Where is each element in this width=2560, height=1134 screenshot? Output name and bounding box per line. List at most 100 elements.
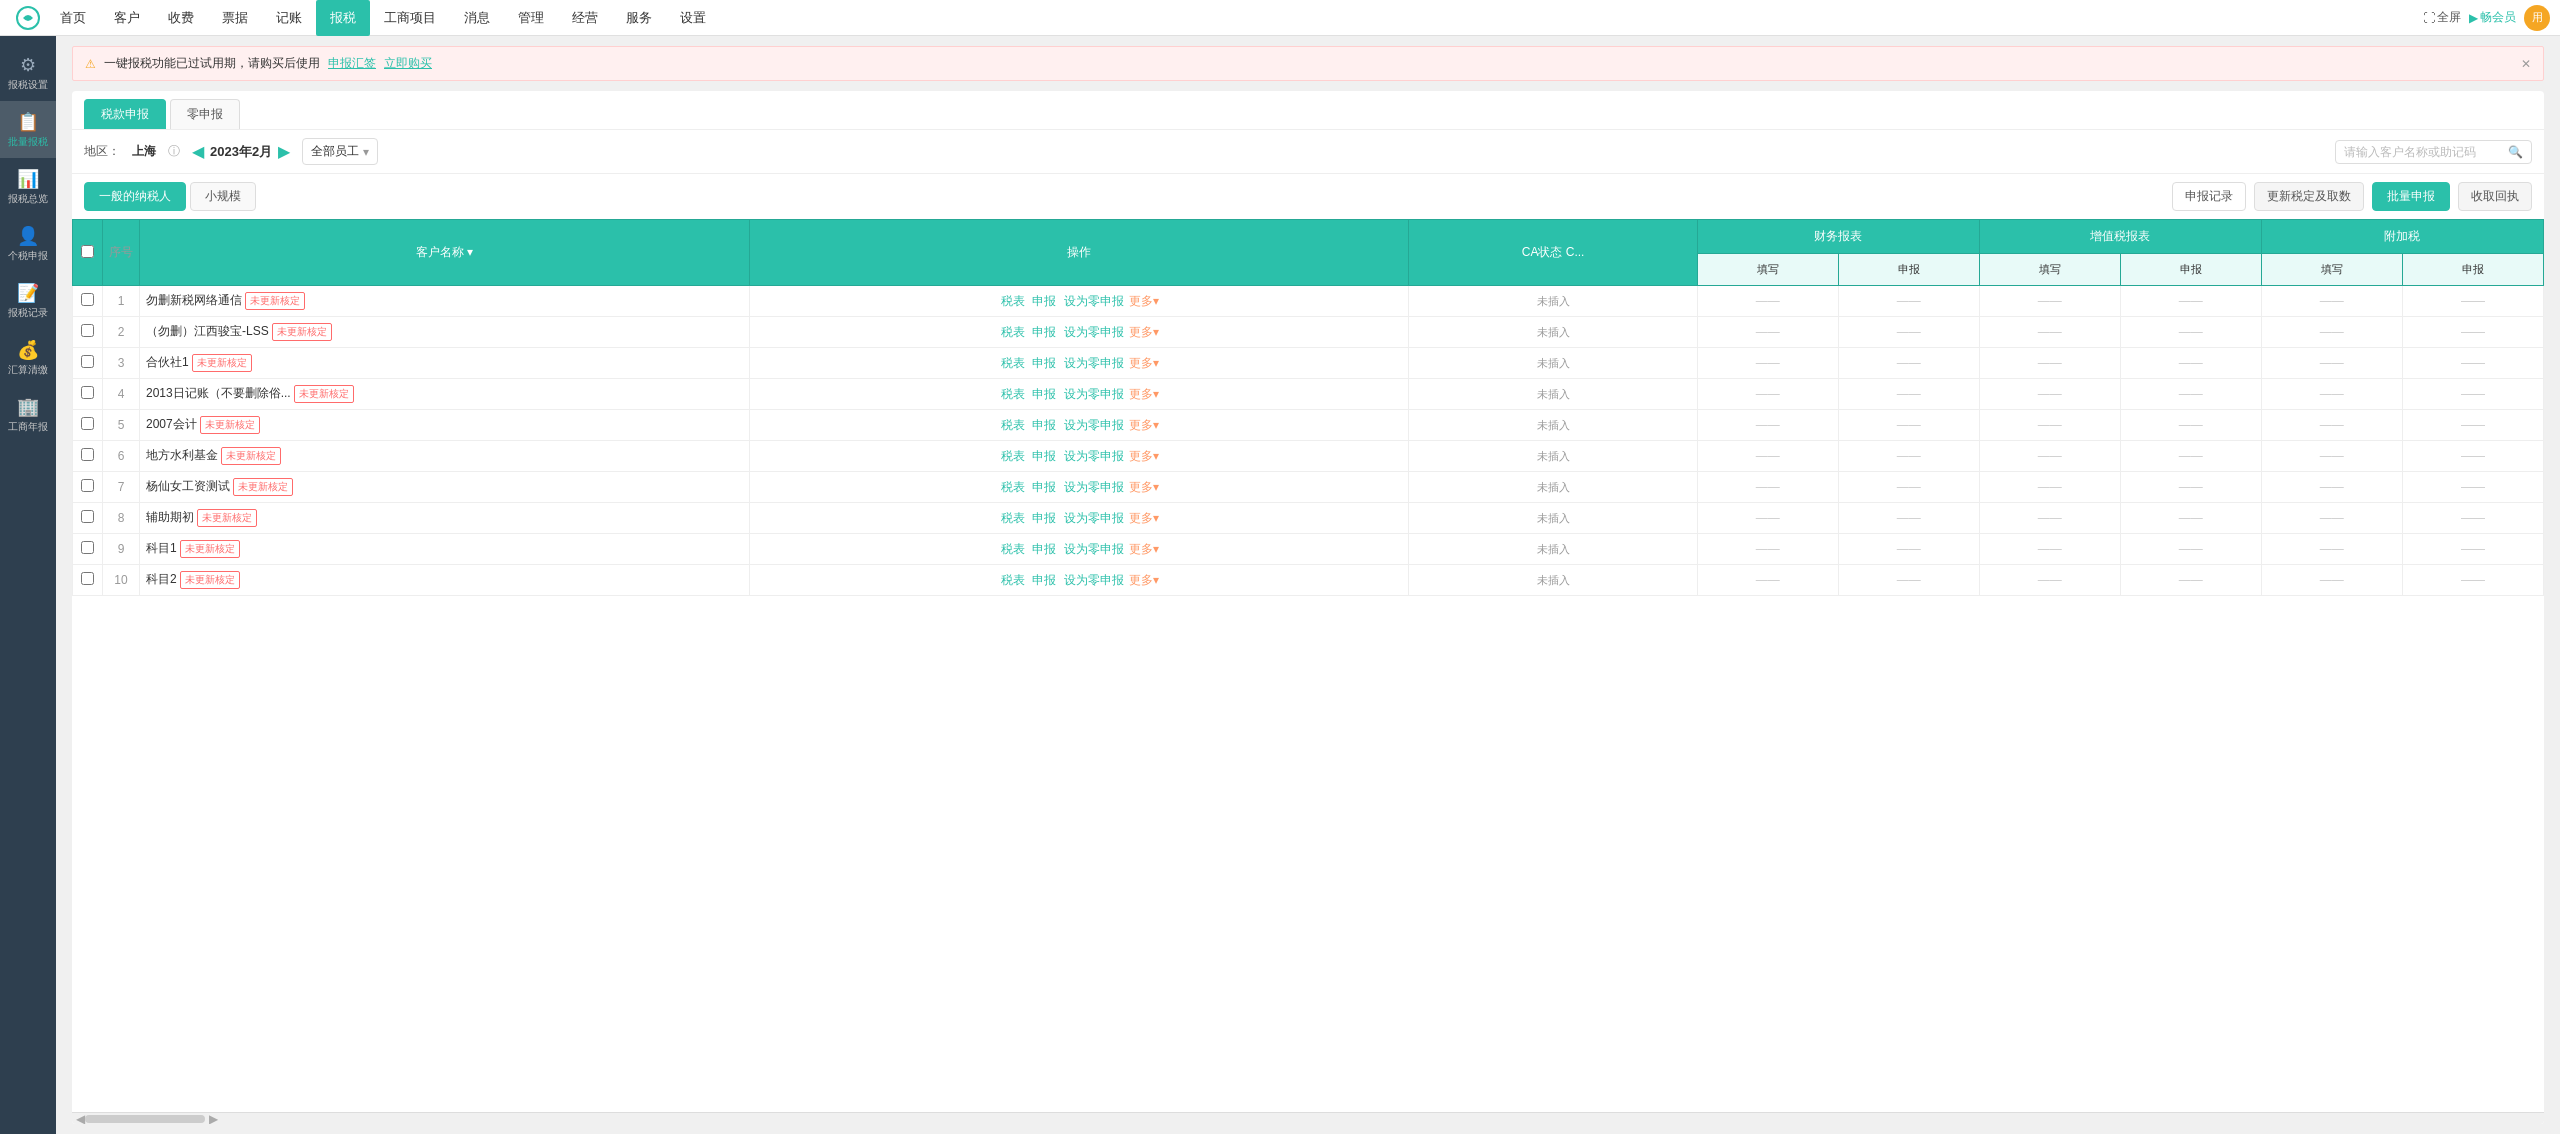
- nav-settings[interactable]: 设置: [666, 0, 720, 36]
- row-checkbox-8[interactable]: [73, 534, 103, 565]
- row-checkbox-7[interactable]: [73, 503, 103, 534]
- scroll-thumb[interactable]: [85, 1115, 205, 1123]
- status-badge-9[interactable]: 未更新核定: [180, 571, 240, 589]
- action-declare-0[interactable]: 申报: [1032, 294, 1056, 308]
- action-more-4[interactable]: 更多▾: [1129, 418, 1159, 432]
- department-select[interactable]: 全部员工 ▾: [302, 138, 378, 165]
- date-prev-arrow[interactable]: ◀: [192, 142, 204, 161]
- status-badge-7[interactable]: 未更新核定: [197, 509, 257, 527]
- action-tax-table-1[interactable]: 税表: [1001, 325, 1025, 339]
- tab-zero-declare[interactable]: 零申报: [170, 99, 240, 129]
- horizontal-scrollbar[interactable]: ◀ ▶: [72, 1112, 2544, 1124]
- retrieve-button[interactable]: 收取回执: [2458, 182, 2532, 211]
- action-tax-table-0[interactable]: 税表: [1001, 294, 1025, 308]
- action-declare-9[interactable]: 申报: [1032, 573, 1056, 587]
- action-more-9[interactable]: 更多▾: [1129, 573, 1159, 587]
- notice-link-buy[interactable]: 立即购买: [384, 55, 432, 72]
- action-zero-9[interactable]: 设为零申报: [1064, 573, 1124, 587]
- sidebar-item-batch-tax[interactable]: 📋 批量报税: [0, 101, 56, 158]
- date-next-arrow[interactable]: ▶: [278, 142, 290, 161]
- action-declare-5[interactable]: 申报: [1032, 449, 1056, 463]
- status-badge-6[interactable]: 未更新核定: [233, 478, 293, 496]
- sidebar-item-annual-report[interactable]: 🏢 工商年报: [0, 386, 56, 443]
- action-more-0[interactable]: 更多▾: [1129, 294, 1159, 308]
- nav-service[interactable]: 服务: [612, 0, 666, 36]
- scroll-right-arrow[interactable]: ▶: [209, 1112, 218, 1125]
- action-tax-table-4[interactable]: 税表: [1001, 418, 1025, 432]
- status-badge-0[interactable]: 未更新核定: [245, 292, 305, 310]
- action-zero-7[interactable]: 设为零申报: [1064, 511, 1124, 525]
- tab-small-scale[interactable]: 小规模: [190, 182, 256, 211]
- action-zero-6[interactable]: 设为零申报: [1064, 480, 1124, 494]
- action-zero-2[interactable]: 设为零申报: [1064, 356, 1124, 370]
- notice-link-declare[interactable]: 申报汇签: [328, 55, 376, 72]
- notice-close-button[interactable]: ✕: [2521, 57, 2531, 71]
- nav-tax[interactable]: 报税: [316, 0, 370, 36]
- action-zero-5[interactable]: 设为零申报: [1064, 449, 1124, 463]
- status-badge-3[interactable]: 未更新核定: [294, 385, 354, 403]
- status-badge-1[interactable]: 未更新核定: [272, 323, 332, 341]
- nav-message[interactable]: 消息: [450, 0, 504, 36]
- status-badge-4[interactable]: 未更新核定: [200, 416, 260, 434]
- action-zero-4[interactable]: 设为零申报: [1064, 418, 1124, 432]
- select-all-checkbox[interactable]: [81, 245, 94, 258]
- action-declare-4[interactable]: 申报: [1032, 418, 1056, 432]
- action-tax-table-6[interactable]: 税表: [1001, 480, 1025, 494]
- sidebar-item-personal-tax[interactable]: 👤 个税申报: [0, 215, 56, 272]
- nav-operation[interactable]: 经营: [558, 0, 612, 36]
- action-zero-1[interactable]: 设为零申报: [1064, 325, 1124, 339]
- action-declare-3[interactable]: 申报: [1032, 387, 1056, 401]
- row-checkbox-3[interactable]: [73, 379, 103, 410]
- nav-accounting[interactable]: 记账: [262, 0, 316, 36]
- scroll-left-arrow[interactable]: ◀: [76, 1112, 85, 1125]
- action-zero-8[interactable]: 设为零申报: [1064, 542, 1124, 556]
- row-checkbox-5[interactable]: [73, 441, 103, 472]
- nav-invoice[interactable]: 票据: [208, 0, 262, 36]
- action-tax-table-7[interactable]: 税表: [1001, 511, 1025, 525]
- sidebar-item-annual-settlement[interactable]: 💰 汇算清缴: [0, 329, 56, 386]
- row-checkbox-9[interactable]: [73, 565, 103, 596]
- action-tax-table-8[interactable]: 税表: [1001, 542, 1025, 556]
- nav-collection[interactable]: 收费: [154, 0, 208, 36]
- nav-client[interactable]: 客户: [100, 0, 154, 36]
- action-more-7[interactable]: 更多▾: [1129, 511, 1159, 525]
- info-icon[interactable]: ⓘ: [168, 143, 180, 160]
- action-declare-1[interactable]: 申报: [1032, 325, 1056, 339]
- nav-business[interactable]: 工商项目: [370, 0, 450, 36]
- nav-home[interactable]: 首页: [46, 0, 100, 36]
- action-zero-0[interactable]: 设为零申报: [1064, 294, 1124, 308]
- row-checkbox-4[interactable]: [73, 410, 103, 441]
- action-more-8[interactable]: 更多▾: [1129, 542, 1159, 556]
- nav-manage[interactable]: 管理: [504, 0, 558, 36]
- search-icon[interactable]: 🔍: [2508, 145, 2523, 159]
- batch-declare-button[interactable]: 批量申报: [2372, 182, 2450, 211]
- action-more-3[interactable]: 更多▾: [1129, 387, 1159, 401]
- action-declare-7[interactable]: 申报: [1032, 511, 1056, 525]
- action-zero-3[interactable]: 设为零申报: [1064, 387, 1124, 401]
- sidebar-item-tax-record[interactable]: 📝 报税记录: [0, 272, 56, 329]
- sidebar-item-tax-overview[interactable]: 📊 报税总览: [0, 158, 56, 215]
- action-tax-table-3[interactable]: 税表: [1001, 387, 1025, 401]
- user-avatar[interactable]: 用: [2524, 5, 2550, 31]
- action-declare-2[interactable]: 申报: [1032, 356, 1056, 370]
- status-badge-2[interactable]: 未更新核定: [192, 354, 252, 372]
- action-declare-6[interactable]: 申报: [1032, 480, 1056, 494]
- search-input[interactable]: [2344, 145, 2504, 159]
- tab-tax-declare[interactable]: 税款申报: [84, 99, 166, 129]
- action-tax-table-2[interactable]: 税表: [1001, 356, 1025, 370]
- action-declare-8[interactable]: 申报: [1032, 542, 1056, 556]
- action-more-2[interactable]: 更多▾: [1129, 356, 1159, 370]
- update-tax-button[interactable]: 更新税定及取数: [2254, 182, 2364, 211]
- row-checkbox-6[interactable]: [73, 472, 103, 503]
- action-more-1[interactable]: 更多▾: [1129, 325, 1159, 339]
- action-more-5[interactable]: 更多▾: [1129, 449, 1159, 463]
- status-badge-8[interactable]: 未更新核定: [180, 540, 240, 558]
- row-checkbox-1[interactable]: [73, 317, 103, 348]
- fullscreen-button[interactable]: ⛶ 全屏: [2423, 9, 2461, 26]
- action-tax-table-5[interactable]: 税表: [1001, 449, 1025, 463]
- declare-record-button[interactable]: 申报记录: [2172, 182, 2246, 211]
- action-more-6[interactable]: 更多▾: [1129, 480, 1159, 494]
- status-badge-5[interactable]: 未更新核定: [221, 447, 281, 465]
- sidebar-item-tax-settings[interactable]: ⚙ 报税设置: [0, 44, 56, 101]
- row-checkbox-2[interactable]: [73, 348, 103, 379]
